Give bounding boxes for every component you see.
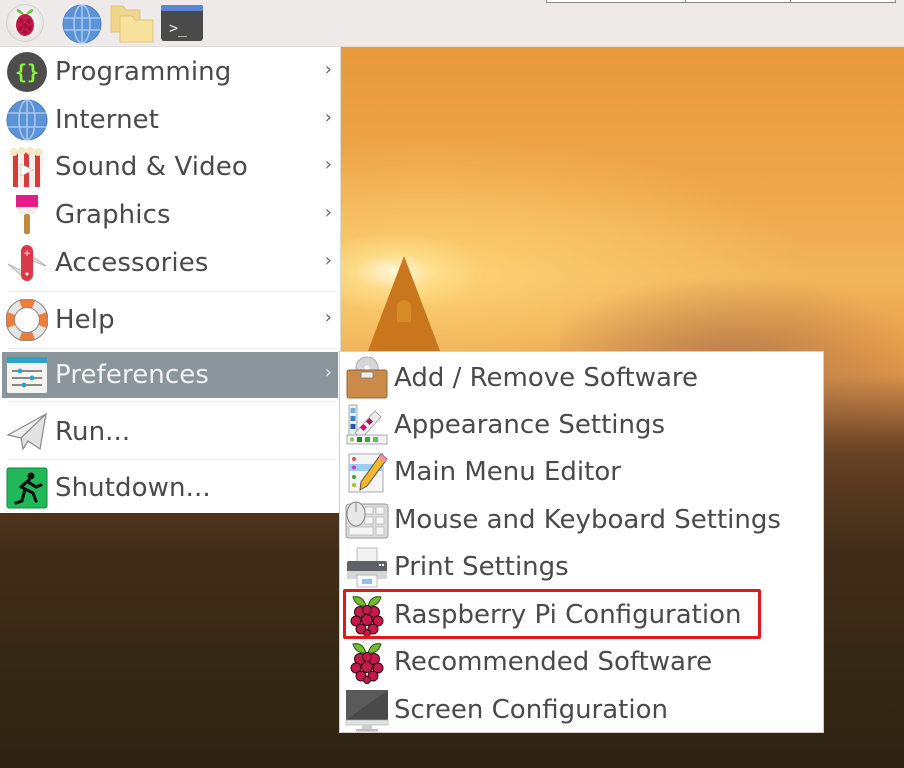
chevron-right-icon: › (324, 107, 332, 128)
submenu-item-label: Appearance Settings (394, 409, 666, 440)
menu-item-label: Shutdown... (55, 473, 211, 503)
paintbrush-icon (6, 194, 48, 236)
mouse-keyboard-icon (345, 498, 389, 542)
menu-item-label: Graphics (55, 200, 171, 230)
menu-item-label: Internet (55, 105, 160, 135)
menu-editor-icon (345, 450, 389, 494)
menu-separator (8, 348, 336, 349)
submenu-item-recommended-software[interactable]: Recommended Software (342, 638, 821, 685)
swiss-knife-icon: + (6, 242, 48, 284)
monitor-icon (345, 688, 389, 732)
menu-separator (8, 401, 336, 402)
chevron-right-icon: › (324, 362, 332, 383)
submenu-item-label: Screen Configuration (394, 694, 668, 725)
submenu-item-label: Recommended Software (394, 646, 713, 677)
programming-icon: {} (6, 51, 48, 93)
globe-icon (6, 99, 48, 141)
menu-item-shutdown[interactable]: Shutdown... (2, 465, 338, 511)
web-browser-button[interactable] (62, 4, 102, 44)
popcorn-icon (6, 146, 48, 188)
folder-icon (110, 5, 154, 43)
menu-item-label: Sound & Video (55, 152, 248, 182)
menu-item-programming[interactable]: {} Programming › (2, 49, 338, 95)
preferences-icon (6, 354, 48, 396)
menu-item-sound-video[interactable]: Sound & Video › (2, 144, 338, 190)
submenu-item-print-settings[interactable]: Print Settings (342, 543, 821, 590)
submenu-item-main-menu-editor[interactable]: Main Menu Editor (342, 448, 821, 495)
menu-item-accessories[interactable]: + Accessories › (2, 240, 338, 286)
terminal-button[interactable]: >_ (161, 4, 203, 42)
menu-item-internet[interactable]: Internet › (2, 97, 338, 143)
submenu-item-add-remove-software[interactable]: Add / Remove Software (342, 354, 821, 401)
submenu-item-mouse-keyboard-settings[interactable]: Mouse and Keyboard Settings (342, 496, 821, 543)
submenu-item-screen-configuration[interactable]: Screen Configuration (342, 686, 821, 733)
chevron-right-icon: › (324, 202, 332, 223)
menu-item-label: Programming (55, 57, 232, 87)
svg-text:+: + (23, 249, 31, 259)
package-icon (345, 356, 389, 400)
palette-icon (345, 403, 389, 447)
raspberry-pi-icon (345, 593, 389, 637)
menu-item-label: Accessories (55, 248, 209, 278)
terminal-icon: >_ (161, 5, 203, 41)
taskbar: >_ (0, 0, 904, 47)
menu-item-run[interactable]: Run... (2, 409, 338, 455)
paper-plane-icon (6, 411, 48, 453)
globe-icon (62, 4, 102, 44)
submenu-item-label: Print Settings (394, 551, 569, 582)
taskbar-widget-separator (790, 0, 791, 2)
menu-item-preferences[interactable]: Preferences › (2, 352, 338, 398)
file-manager-button[interactable] (110, 4, 154, 43)
menu-item-help[interactable]: Help › (2, 297, 338, 343)
main-menu: {} Programming › Internet › Sound & Vide… (0, 47, 341, 513)
svg-text:>_: >_ (169, 19, 188, 37)
submenu-item-label: Raspberry Pi Configuration (394, 599, 742, 630)
menu-item-label: Run... (55, 417, 131, 447)
chevron-right-icon: › (324, 154, 332, 175)
svg-text:{}: {} (15, 60, 39, 84)
submenu-item-label: Mouse and Keyboard Settings (394, 504, 781, 535)
menu-item-graphics[interactable]: Graphics › (2, 192, 338, 238)
wallpaper-pagoda-tip (397, 300, 411, 322)
menu-item-label: Help (55, 305, 115, 335)
submenu-item-label: Add / Remove Software (394, 362, 699, 393)
submenu-item-appearance-settings[interactable]: Appearance Settings (342, 401, 821, 448)
exit-icon (6, 467, 48, 509)
printer-icon (345, 545, 389, 589)
preferences-submenu: Add / Remove Software Appearance Setting… (339, 351, 824, 733)
chevron-right-icon: › (324, 250, 332, 271)
lifebuoy-icon (6, 299, 48, 341)
chevron-right-icon: › (324, 59, 332, 80)
menu-launcher-button[interactable] (6, 4, 44, 42)
taskbar-widget-area (546, 0, 896, 3)
submenu-item-label: Main Menu Editor (394, 456, 621, 487)
chevron-right-icon: › (324, 307, 332, 328)
menu-separator (8, 291, 336, 292)
raspberry-pi-icon (16, 9, 34, 36)
raspberry-pi-icon (345, 640, 389, 684)
taskbar-widget-separator (685, 0, 686, 2)
menu-separator (8, 459, 336, 460)
submenu-item-raspberry-pi-configuration[interactable]: Raspberry Pi Configuration (342, 591, 821, 638)
menu-item-label: Preferences (55, 360, 210, 390)
